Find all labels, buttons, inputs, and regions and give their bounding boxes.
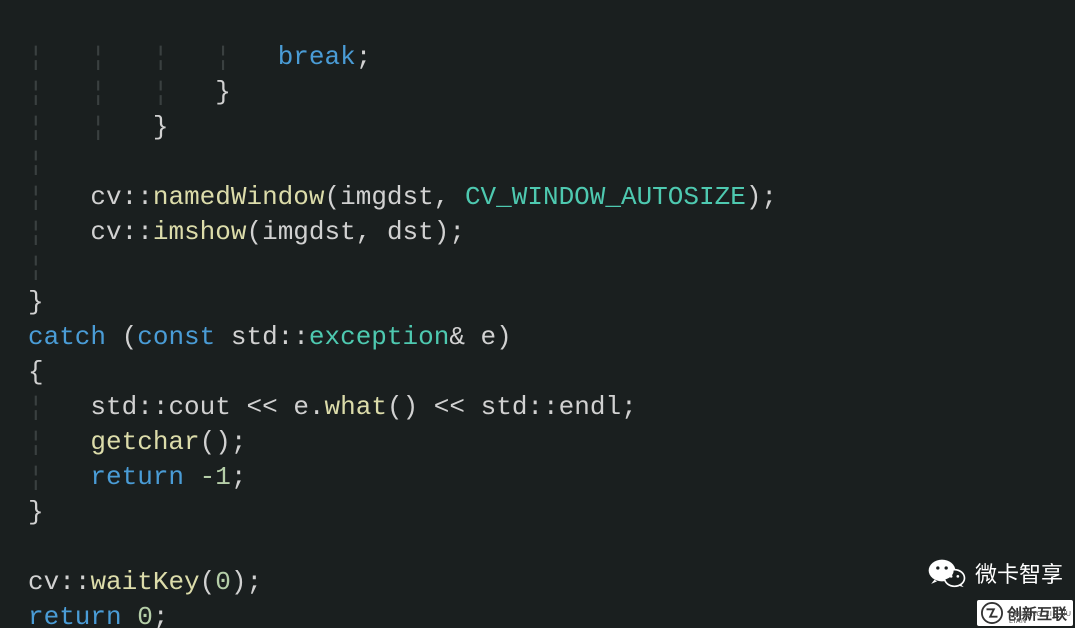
fn-namedWindow: namedWindow	[153, 182, 325, 212]
code-line: }	[28, 287, 44, 317]
const-autosize: CV_WINDOW_AUTOSIZE	[465, 182, 746, 212]
indent-guide: ¦	[28, 427, 44, 457]
code-line: catch (const std::exception& e)	[28, 322, 512, 352]
indent-guide: ¦	[90, 77, 106, 107]
wechat-icon	[927, 556, 967, 590]
keyword-break: break	[278, 42, 356, 72]
code-line: ¦ cv::imshow(imgdst, dst);	[28, 217, 465, 247]
brand-logo-icon	[981, 602, 1003, 624]
indent-guide: ¦	[28, 252, 44, 282]
type-exception: exception	[309, 322, 449, 352]
fn-waitKey: waitKey	[90, 567, 199, 597]
indent-guide: ¦	[28, 217, 44, 247]
fn-getchar: getchar	[90, 427, 199, 457]
code-line: ¦	[28, 252, 44, 282]
code-line: ¦ return -1;	[28, 462, 246, 492]
code-editor[interactable]: ¦ ¦ ¦ ¦ break; ¦ ¦ ¦ } ¦ ¦ } ¦ ¦ cv::nam…	[0, 0, 1075, 628]
indent-guide: ¦	[28, 42, 44, 72]
code-line: ¦ ¦ ¦ ¦ break;	[28, 42, 371, 72]
indent-guide: ¦	[153, 42, 169, 72]
code-line: cv::waitKey(0);	[28, 567, 262, 597]
indent-guide: ¦	[28, 77, 44, 107]
indent-guide: ¦	[28, 182, 44, 212]
code-line: ¦ getchar();	[28, 427, 246, 457]
code-line: ¦ ¦ ¦ }	[28, 77, 231, 107]
indent-guide: ¦	[28, 462, 44, 492]
indent-guide: ¦	[28, 112, 44, 142]
fn-what: what	[325, 392, 387, 422]
indent-guide: ¦	[90, 112, 106, 142]
wechat-label: 微卡智享	[975, 557, 1063, 589]
indent-guide: ¦	[215, 42, 231, 72]
keyword-const: const	[137, 322, 215, 352]
wechat-watermark: 微卡智享	[927, 556, 1063, 590]
indent-guide: ¦	[153, 77, 169, 107]
brand-watermark: 创新互联 CHUANG XIN HU LIAN	[977, 600, 1073, 626]
keyword-catch: catch	[28, 322, 106, 352]
code-line: {	[28, 357, 44, 387]
brand-sub-text: CHUANG XIN HU LIAN	[1009, 611, 1073, 625]
indent-guide: ¦	[28, 147, 44, 177]
code-line: return 0;	[28, 602, 168, 628]
keyword-return: return	[90, 462, 184, 492]
indent-guide: ¦	[28, 392, 44, 422]
code-line: ¦ std::cout << e.what() << std::endl;	[28, 392, 637, 422]
code-line: ¦	[28, 147, 44, 177]
keyword-return: return	[28, 602, 122, 628]
code-line: }	[28, 497, 44, 527]
code-line: ¦ cv::namedWindow(imgdst, CV_WINDOW_AUTO…	[28, 182, 777, 212]
code-line: ¦ ¦ }	[28, 112, 168, 142]
fn-imshow: imshow	[153, 217, 247, 247]
indent-guide: ¦	[90, 42, 106, 72]
